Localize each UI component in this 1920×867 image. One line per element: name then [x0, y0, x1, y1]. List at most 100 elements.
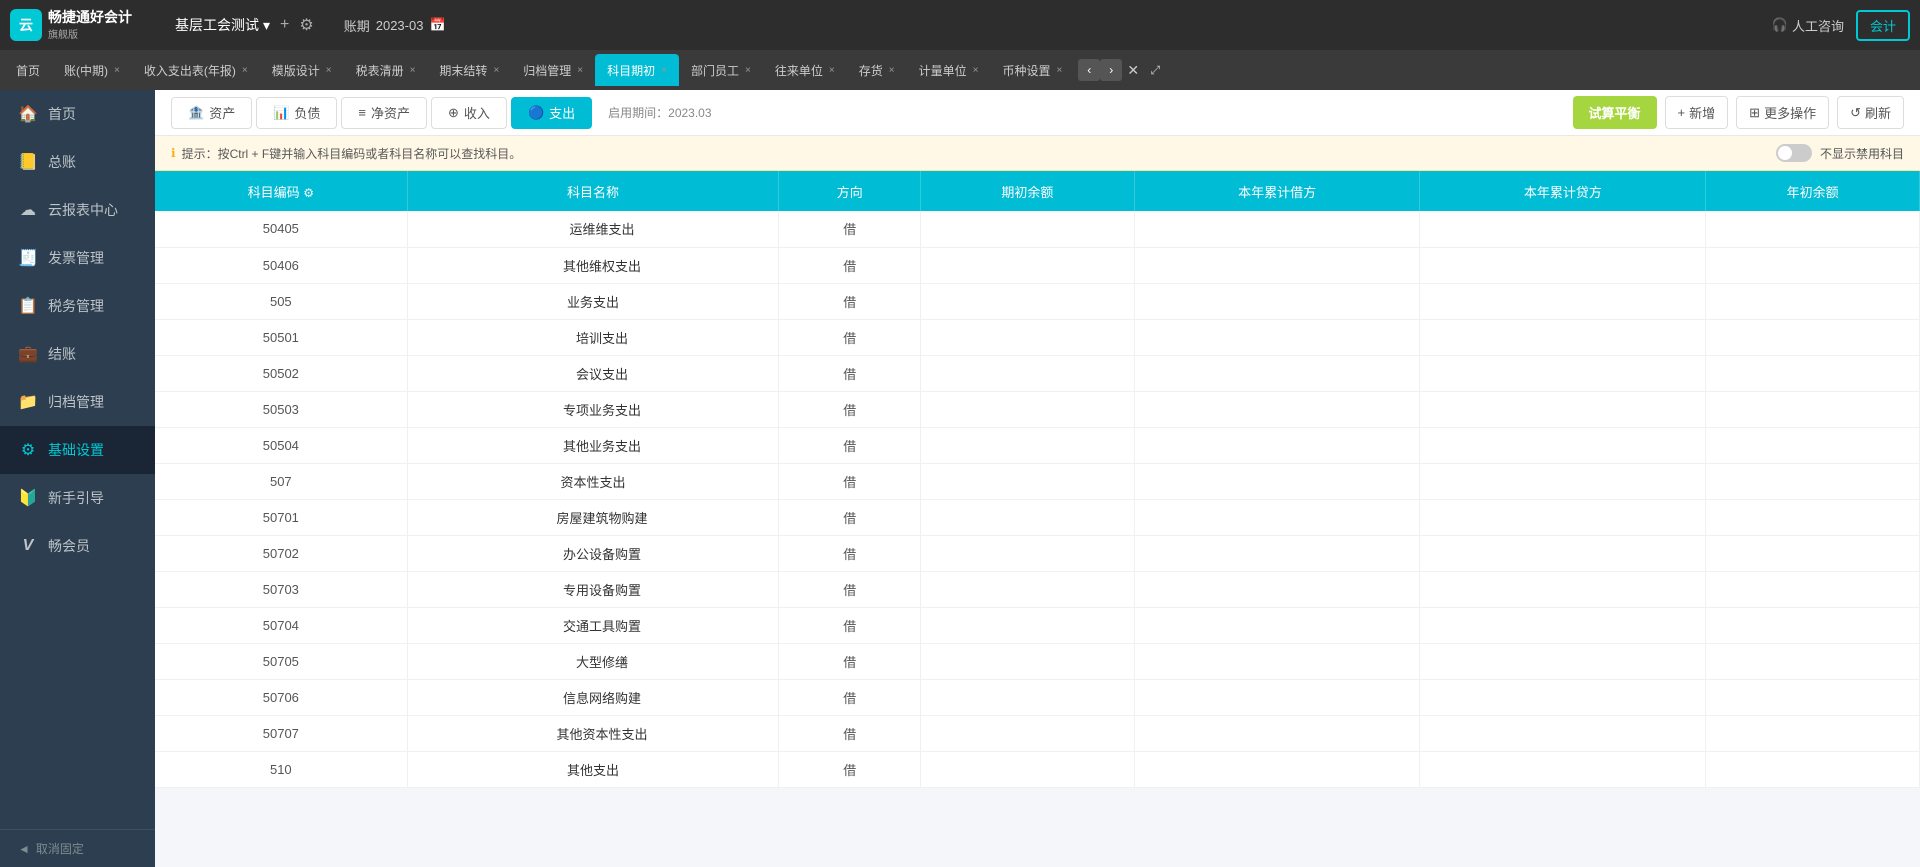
table-row[interactable]: 50702办公设备购置借 — [155, 535, 1920, 571]
cell-init[interactable] — [1706, 463, 1920, 499]
table-row[interactable]: 50405运维维支出借 — [155, 211, 1920, 247]
cell-balance[interactable] — [921, 391, 1135, 427]
cell-init[interactable] — [1706, 319, 1920, 355]
cell-debit[interactable] — [1134, 427, 1420, 463]
tab-close-income-annual[interactable]: × — [242, 65, 248, 76]
cell-credit[interactable] — [1420, 679, 1706, 715]
cell-debit[interactable] — [1134, 571, 1420, 607]
table-row[interactable]: 505业务支出借 — [155, 283, 1920, 319]
sidebar-item-close[interactable]: 💼 结账 — [0, 330, 155, 378]
cell-balance[interactable] — [921, 751, 1135, 787]
cell-init[interactable] — [1706, 679, 1920, 715]
cell-init[interactable] — [1706, 643, 1920, 679]
cell-credit[interactable] — [1420, 391, 1706, 427]
sidebar-item-ledger[interactable]: 📒 总账 — [0, 138, 155, 186]
tab-dept-staff[interactable]: 部门员工 × — [679, 54, 763, 86]
tab-close-period-close[interactable]: × — [493, 65, 499, 76]
cell-debit[interactable] — [1134, 499, 1420, 535]
cell-credit[interactable] — [1420, 607, 1706, 643]
tab-close-currency[interactable]: × — [1056, 65, 1062, 76]
sub-tab-liability[interactable]: 📊 负债 — [256, 97, 337, 129]
add-btn[interactable]: + + 新增 新增 — [1665, 96, 1729, 129]
tab-close-ledger[interactable]: × — [114, 65, 120, 76]
cell-credit[interactable] — [1420, 211, 1706, 247]
tab-close-units[interactable]: × — [829, 65, 835, 76]
sidebar-item-tax[interactable]: 📋 税务管理 — [0, 282, 155, 330]
table-row[interactable]: 50504其他业务支出借 — [155, 427, 1920, 463]
tab-tax[interactable]: 税表清册 × — [344, 54, 428, 86]
cell-init[interactable] — [1706, 283, 1920, 319]
cell-balance[interactable] — [921, 571, 1135, 607]
tab-expand-btn[interactable]: ⤢ — [1144, 59, 1166, 81]
sidebar-item-archive[interactable]: 📁 归档管理 — [0, 378, 155, 426]
table-row[interactable]: 50705大型修缮借 — [155, 643, 1920, 679]
sub-tab-net-assets[interactable]: ≡ 净资产 — [341, 97, 427, 129]
cell-credit[interactable] — [1420, 283, 1706, 319]
tab-close-units-measure[interactable]: × — [973, 65, 979, 76]
cell-balance[interactable] — [921, 211, 1135, 247]
tab-period-close[interactable]: 期末结转 × — [427, 54, 511, 86]
table-row[interactable]: 510其他支出借 — [155, 751, 1920, 787]
cell-debit[interactable] — [1134, 751, 1420, 787]
cell-credit[interactable] — [1420, 499, 1706, 535]
table-row[interactable]: 507资本性支出借 — [155, 463, 1920, 499]
cell-init[interactable] — [1706, 499, 1920, 535]
account-button[interactable]: 会计 — [1856, 10, 1910, 41]
add-company-btn[interactable]: + — [280, 16, 289, 34]
sidebar-item-invoice[interactable]: 🧾 发票管理 — [0, 234, 155, 282]
cell-balance[interactable] — [921, 679, 1135, 715]
cell-credit[interactable] — [1420, 751, 1706, 787]
sidebar-item-home[interactable]: 🏠 首页 — [0, 90, 155, 138]
settings-icon[interactable]: ⚙ — [299, 15, 313, 35]
tab-close-template[interactable]: × — [326, 65, 332, 76]
table-row[interactable]: 50703专用设备购置借 — [155, 571, 1920, 607]
cell-debit[interactable] — [1134, 247, 1420, 283]
tab-next-btn[interactable]: › — [1100, 59, 1122, 81]
cell-balance[interactable] — [921, 643, 1135, 679]
cell-balance[interactable] — [921, 283, 1135, 319]
cell-init[interactable] — [1706, 751, 1920, 787]
cell-init[interactable] — [1706, 427, 1920, 463]
table-row[interactable]: 50502会议支出借 — [155, 355, 1920, 391]
tab-close-inventory[interactable]: × — [889, 65, 895, 76]
cell-balance[interactable] — [921, 715, 1135, 751]
cell-credit[interactable] — [1420, 319, 1706, 355]
table-row[interactable]: 50707其他资本性支出借 — [155, 715, 1920, 751]
cell-balance[interactable] — [921, 463, 1135, 499]
refresh-btn[interactable]: ↺ 刷新 — [1837, 96, 1904, 129]
table-row[interactable]: 50501培训支出借 — [155, 319, 1920, 355]
cell-init[interactable] — [1706, 391, 1920, 427]
sidebar-collapse-btn[interactable]: ◄ ◄取消固定 取消固定 — [0, 829, 155, 867]
cell-debit[interactable] — [1134, 391, 1420, 427]
cell-balance[interactable] — [921, 247, 1135, 283]
cell-debit[interactable] — [1134, 535, 1420, 571]
col-settings-icon[interactable]: ⚙ — [303, 186, 314, 200]
tab-units-measure[interactable]: 计量单位 × — [907, 54, 991, 86]
tab-close-dept-staff[interactable]: × — [745, 65, 751, 76]
cell-debit[interactable] — [1134, 355, 1420, 391]
company-selector[interactable]: 基层工会测试 ▾ — [175, 15, 270, 35]
tab-close-all-btn[interactable]: ✕ — [1122, 59, 1144, 81]
table-row[interactable]: 50406其他维权支出借 — [155, 247, 1920, 283]
sidebar-item-vip[interactable]: V 畅会员 — [0, 522, 155, 570]
tab-currency[interactable]: 币种设置 × — [990, 54, 1074, 86]
sub-tab-expense[interactable]: 🔵 支出 — [511, 97, 592, 129]
tab-ledger[interactable]: 账(中期) × — [52, 54, 132, 86]
cell-balance[interactable] — [921, 535, 1135, 571]
tab-archive[interactable]: 归档管理 × — [511, 54, 595, 86]
cell-debit[interactable] — [1134, 463, 1420, 499]
more-btn[interactable]: ⊞ 更多操作 — [1736, 96, 1829, 129]
sidebar-item-guide[interactable]: 🔰 新手引导 — [0, 474, 155, 522]
tab-close-tax[interactable]: × — [410, 65, 416, 76]
tab-units[interactable]: 往来单位 × — [763, 54, 847, 86]
cell-init[interactable] — [1706, 211, 1920, 247]
cell-debit[interactable] — [1134, 679, 1420, 715]
sidebar-item-reports[interactable]: ☁ 云报表中心 — [0, 186, 155, 234]
tab-prev-btn[interactable]: ‹ — [1078, 59, 1100, 81]
cell-credit[interactable] — [1420, 643, 1706, 679]
cell-debit[interactable] — [1134, 715, 1420, 751]
tab-home[interactable]: 首页 — [4, 54, 52, 86]
tab-subject-initial[interactable]: 科目期初 × — [595, 54, 679, 86]
cell-init[interactable] — [1706, 355, 1920, 391]
tab-close-archive[interactable]: × — [577, 65, 583, 76]
